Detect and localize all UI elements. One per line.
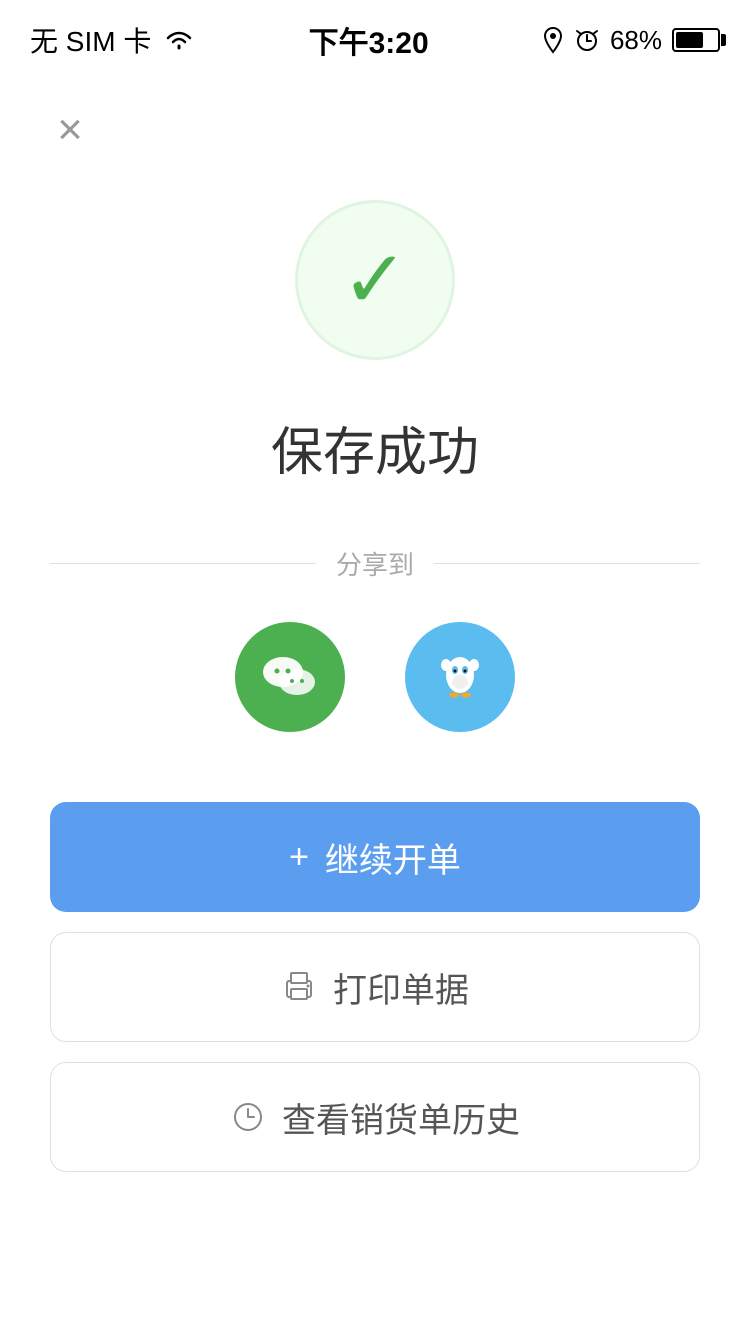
close-button[interactable]: ×	[40, 100, 100, 160]
history-label: 查看销货单历史	[282, 1093, 520, 1142]
divider-right	[434, 563, 700, 564]
history-icon	[230, 1099, 266, 1135]
wechat-icon	[255, 642, 325, 712]
status-bar: 无 SIM 卡 下午3:20 68%	[0, 0, 750, 80]
print-label: 打印单据	[333, 963, 469, 1012]
print-icon	[281, 969, 317, 1005]
carrier-text: 无 SIM 卡	[30, 20, 151, 60]
wechat-share-button[interactable]	[235, 622, 345, 732]
close-icon: ×	[57, 108, 83, 152]
status-left: 无 SIM 卡	[30, 20, 195, 60]
status-time: 下午3:20	[309, 18, 429, 62]
battery-icon	[672, 28, 720, 52]
divider-left	[50, 563, 316, 564]
status-right: 68%	[542, 25, 720, 56]
success-icon-circle: ✓	[295, 200, 455, 360]
share-label: 分享到	[336, 545, 414, 582]
plus-icon: +	[289, 838, 309, 877]
action-buttons: + 继续开单 打印单据 查看销货单历史	[50, 802, 700, 1172]
wifi-icon	[163, 28, 195, 52]
location-icon	[542, 26, 564, 54]
checkmark-icon: ✓	[341, 240, 408, 320]
qq-share-button[interactable]	[405, 622, 515, 732]
divider-row: 分享到	[50, 545, 700, 582]
success-title: 保存成功	[271, 410, 479, 485]
alarm-icon	[574, 26, 600, 54]
continue-button[interactable]: + 继续开单	[50, 802, 700, 912]
share-section: 分享到	[50, 545, 700, 732]
history-button[interactable]: 查看销货单历史	[50, 1062, 700, 1172]
battery-percentage: 68%	[610, 25, 662, 56]
share-icons	[235, 622, 515, 732]
print-button[interactable]: 打印单据	[50, 932, 700, 1042]
continue-label: 继续开单	[325, 833, 461, 882]
main-content: ✓ 保存成功 分享到	[0, 160, 750, 1172]
qq-icon	[428, 645, 493, 710]
